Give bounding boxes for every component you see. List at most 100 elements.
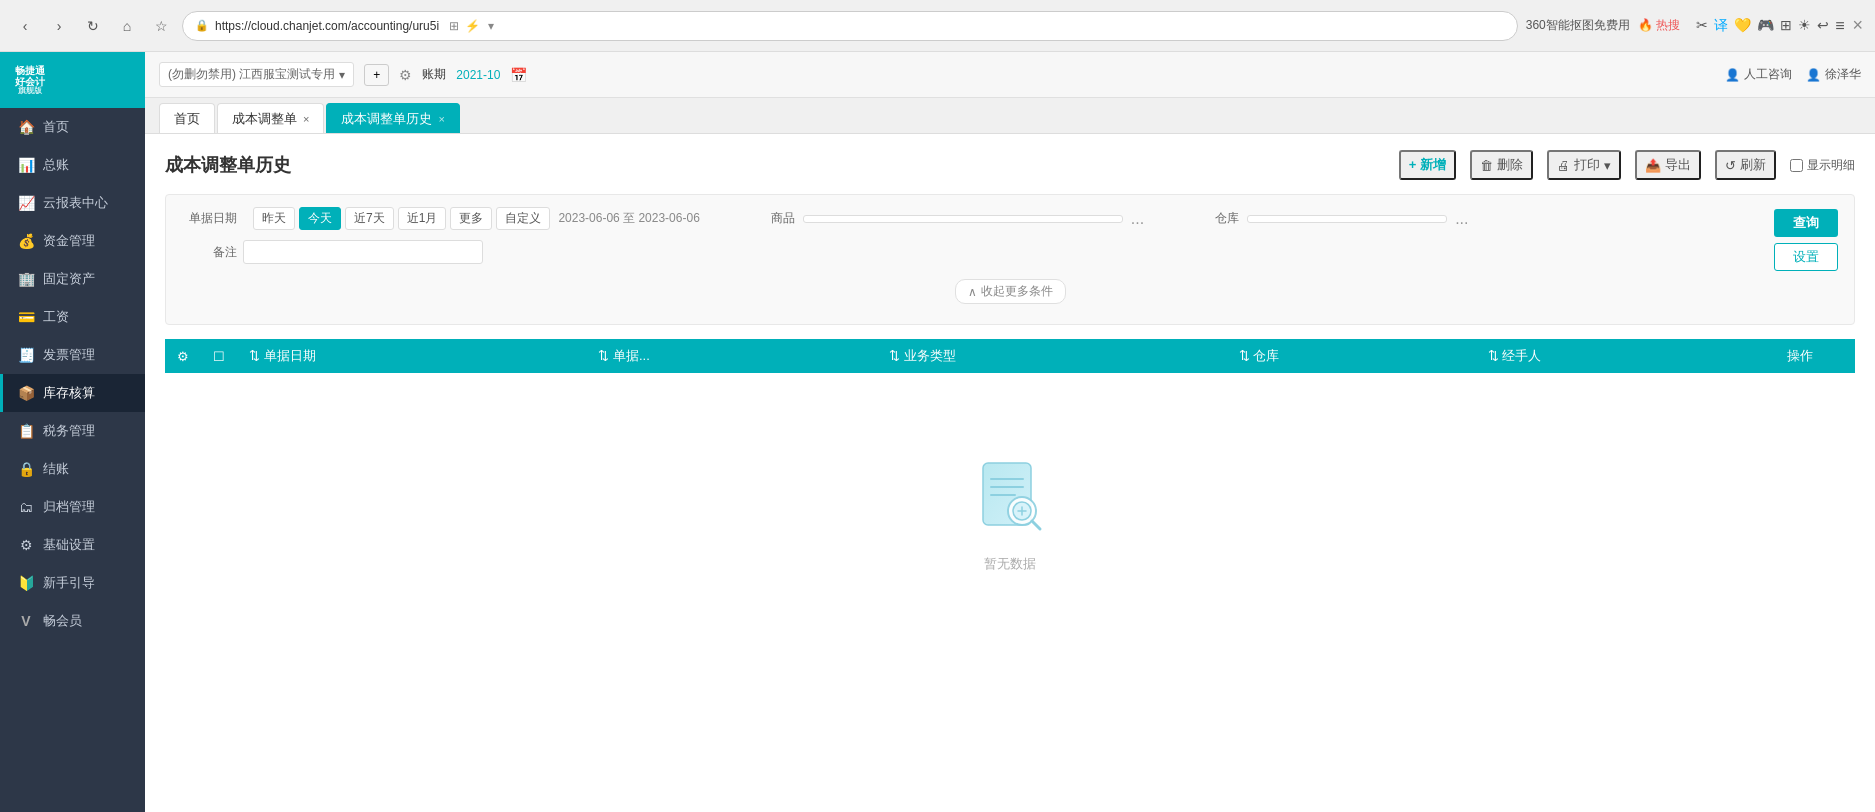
print-button[interactable]: 🖨 打印 ▾ [1547,150,1621,180]
date-btn-today[interactable]: 今天 [299,207,341,230]
sidebar-nav: 🏠 首页 📊 总账 📈 云报表中心 💰 资金管理 🏢 固定资产 💳 工资 [0,108,145,812]
service-button[interactable]: 👤 人工咨询 [1725,66,1792,83]
svg-line-6 [1032,521,1040,529]
th-settings[interactable]: ⚙ [165,339,201,373]
date-btn-yesterday[interactable]: 昨天 [253,207,295,230]
window-close-icon[interactable]: × [1852,15,1863,36]
refresh-button[interactable]: ↻ [80,13,106,39]
sidebar-item-label: 库存核算 [43,384,95,402]
th-biz-type[interactable]: ⇅ 业务类型 [877,339,1226,373]
browser-search-area: 360智能抠图免费用 🔥 热搜 [1526,17,1680,34]
home-button[interactable]: ⌂ [114,13,140,39]
filter-notes-row: 备注 [182,240,1758,264]
collapse-button[interactable]: ∧ 收起更多条件 [955,279,1066,304]
sidebar-item-label: 基础设置 [43,536,95,554]
add-company-button[interactable]: + [364,64,389,86]
tab-cost-adjust-history[interactable]: 成本调整单历史 × [326,103,459,133]
closing-icon: 🔒 [17,461,35,477]
sidebar-item-fund[interactable]: 💰 资金管理 [0,222,145,260]
goods-selector[interactable] [803,215,1123,223]
delete-button[interactable]: 🗑 删除 [1470,150,1533,180]
sidebar-item-general-ledger[interactable]: 📊 总账 [0,146,145,184]
page-header: 成本调整单历史 + 新增 🗑 删除 🖨 打印 ▾ 📤 [165,150,1855,180]
back-button[interactable]: ‹ [12,13,38,39]
th-handler[interactable]: ⇅ 经手人 [1476,339,1775,373]
checkbox-icon: ☐ [213,349,225,364]
sidebar-item-tax[interactable]: 📋 税务管理 [0,412,145,450]
date-btn-1month[interactable]: 近1月 [398,207,447,230]
th-date-sort-icon: ⇅ [249,348,260,363]
sidebar-item-label: 首页 [43,118,69,136]
sidebar-item-archive[interactable]: 🗂 归档管理 [0,488,145,526]
sidebar-item-vip[interactable]: V 畅会员 [0,602,145,640]
notes-filter-label: 备注 [182,244,237,261]
warehouse-selector[interactable] [1247,215,1447,223]
show-columns-toggle[interactable]: 显示明细 [1790,157,1855,174]
user-menu[interactable]: 👤 徐泽华 [1806,66,1861,83]
refresh-button[interactable]: ↺ 刷新 [1715,150,1776,180]
tab-cost-adjust[interactable]: 成本调整单 × [217,103,324,133]
goods-filter-group: 商品 ... [740,210,1144,228]
sidebar-item-inventory[interactable]: 📦 库存核算 [0,374,145,412]
app-logo-main: 畅捷通好会计 [12,65,48,87]
company-dropdown-icon: ▾ [339,68,345,82]
sidebar-item-invoice[interactable]: 🧾 发票管理 [0,336,145,374]
th-date[interactable]: ⇅ 单据日期 [237,339,586,373]
browser-grid-icon: ⊞ [449,19,459,33]
date-range-text: 2023-06-06 至 2023-06-06 [558,210,699,227]
th-biz-sort-icon: ⇅ [889,348,900,363]
calendar-icon[interactable]: 📅 [510,67,527,83]
collapse-icon: ∧ [968,285,977,299]
chevron-down-icon[interactable]: ▾ [488,19,494,33]
vip-icon: V [17,613,35,629]
star-button[interactable]: ☆ [148,13,174,39]
warehouse-filter-label: 仓库 [1184,210,1239,227]
date-btn-custom[interactable]: 自定义 [496,207,550,230]
sidebar-item-closing[interactable]: 🔒 结账 [0,450,145,488]
date-buttons: 昨天 今天 近7天 近1月 更多 自定义 2023-06-06 至 2023-0… [253,207,700,230]
th-checkbox[interactable]: ☐ [201,339,237,373]
date-btn-more[interactable]: 更多 [450,207,492,230]
warehouse-dots[interactable]: ... [1455,210,1468,228]
sidebar-item-home[interactable]: 🏠 首页 [0,108,145,146]
print-dropdown-icon: ▾ [1604,158,1611,173]
settings-gear-icon[interactable]: ⚙ [399,67,412,83]
sidebar-item-guide[interactable]: 🔰 新手引导 [0,564,145,602]
table-settings-icon: ⚙ [177,349,189,364]
export-icon: 📤 [1645,158,1661,173]
goods-dots[interactable]: ... [1131,210,1144,228]
export-button[interactable]: 📤 导出 [1635,150,1701,180]
sidebar-item-payroll[interactable]: 💳 工资 [0,298,145,336]
notes-input[interactable] [243,240,483,264]
sidebar-item-label: 资金管理 [43,232,95,250]
query-button[interactable]: 查询 [1774,209,1838,237]
warehouse-filter-group: 仓库 ... [1184,210,1468,228]
table-header: ⚙ ☐ ⇅ 单据日期 ⇅ 单据... [165,339,1855,373]
sidebar-item-fixed-assets[interactable]: 🏢 固定资产 [0,260,145,298]
sidebar-header[interactable]: 畅捷通好会计 旗舰版 [0,52,145,108]
tab-home-label: 首页 [174,110,200,128]
address-bar[interactable]: 🔒 https://cloud.chanjet.com/accounting/u… [182,11,1518,41]
tab-cost-adjust-close[interactable]: × [303,113,309,125]
sidebar-item-settings[interactable]: ⚙ 基础设置 [0,526,145,564]
tab-home[interactable]: 首页 [159,103,215,133]
show-columns-checkbox[interactable] [1790,159,1803,172]
forward-button[interactable]: › [46,13,72,39]
reports-icon: 📈 [17,195,35,211]
period-value[interactable]: 2021-10 [456,68,500,82]
period-label: 账期 [422,66,446,83]
add-button[interactable]: + 新增 [1399,150,1456,180]
tab-cost-adjust-history-close[interactable]: × [438,113,444,125]
company-selector[interactable]: (勿删勿禁用) 江西服宝测试专用 ▾ [159,62,354,87]
th-warehouse[interactable]: ⇅ 仓库 [1227,339,1476,373]
refresh-icon: ↺ [1725,158,1736,173]
invoice-icon: 🧾 [17,347,35,363]
date-btn-7days[interactable]: 近7天 [345,207,394,230]
tab-cost-adjust-history-label: 成本调整单历史 [341,110,432,128]
page-title: 成本调整单历史 [165,153,291,177]
filter-settings-button[interactable]: 设置 [1774,243,1838,271]
goods-filter-label: 商品 [740,210,795,227]
sidebar-item-reports[interactable]: 📈 云报表中心 [0,184,145,222]
game-icon: 🎮 [1757,17,1774,35]
th-number[interactable]: ⇅ 单据... [586,339,877,373]
